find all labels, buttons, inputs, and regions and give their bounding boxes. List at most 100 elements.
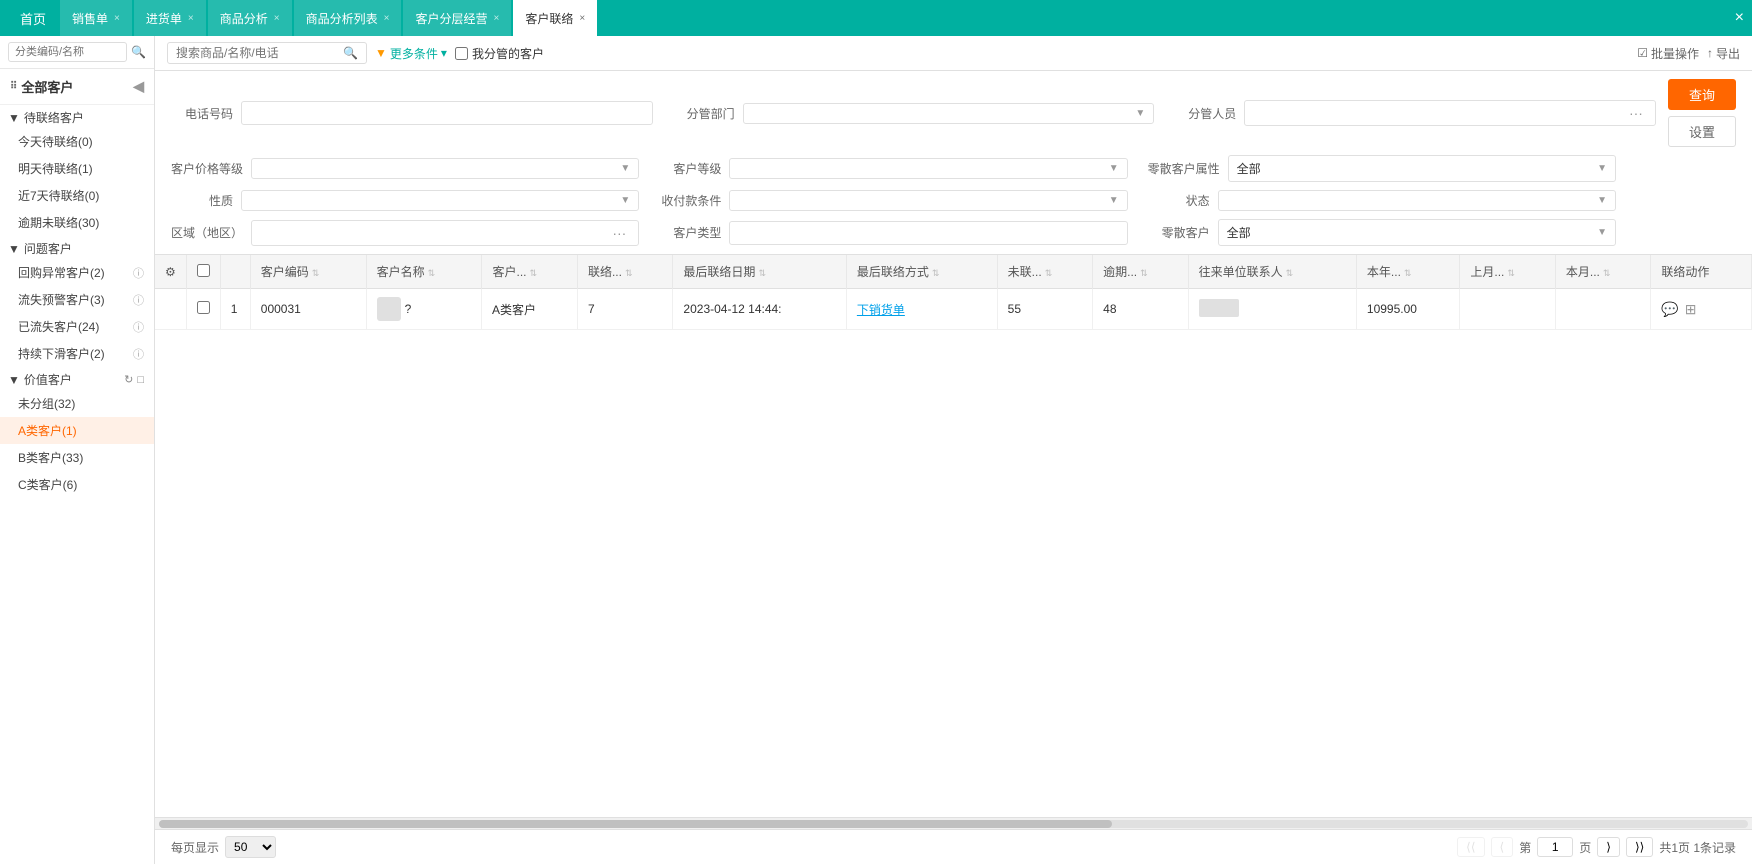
lastmonth-sort-icon: ⇅ <box>1507 268 1515 278</box>
sidebar-item-class-b[interactable]: B类客户(33) <box>0 444 154 471</box>
nav-tab-analysis-list[interactable]: 商品分析列表 × <box>294 0 402 36</box>
nav-home[interactable]: 首页 <box>8 0 58 36</box>
my-customer-check[interactable]: 我分管的客户 <box>455 45 544 62</box>
row-actions: 💬 ⊞ <box>1651 289 1752 330</box>
table-header-no-contact[interactable]: 未联...⇅ <box>997 255 1092 289</box>
sidebar-item-today-contact[interactable]: 今天待联络(0) <box>0 128 154 155</box>
nav-tab-analysis[interactable]: 商品分析 × <box>208 0 292 36</box>
region-dots-icon[interactable]: ··· <box>608 225 630 241</box>
more-filter-btn[interactable]: ▼ 更多条件 ▾ <box>375 45 447 62</box>
select-all-checkbox[interactable] <box>197 264 210 277</box>
nav-tab-purchase[interactable]: 进货单 × <box>134 0 206 36</box>
export-btn[interactable]: ↑ 导出 <box>1707 45 1740 62</box>
person-dots-icon[interactable]: ··· <box>1625 105 1647 121</box>
table-header-unit-contact[interactable]: 往来单位联系人⇅ <box>1188 255 1356 289</box>
export-icon: ↑ <box>1707 46 1713 60</box>
sidebar-item-unclassified[interactable]: 未分组(32) <box>0 390 154 417</box>
filter-price-select[interactable]: ▼ <box>251 158 639 179</box>
filter-nature-select[interactable]: ▼ <box>241 190 639 211</box>
last-method-link[interactable]: 下销货单 <box>857 303 905 317</box>
page-size-select[interactable]: 50 100 200 <box>225 836 276 858</box>
prev-page-btn[interactable]: ⟨ <box>1491 837 1514 857</box>
close-analysis-list-tab[interactable]: × <box>384 13 390 24</box>
close-analysis-tab[interactable]: × <box>274 13 280 24</box>
filter-dept-select[interactable]: ▼ <box>743 103 1155 124</box>
filter-person-input[interactable] <box>1253 106 1625 120</box>
table-header-contact-count[interactable]: 联络...⇅ <box>577 255 672 289</box>
close-segment-tab[interactable]: × <box>493 13 499 24</box>
add-group-icon[interactable]: □ <box>137 374 144 386</box>
sidebar-search-icon[interactable]: 🔍 <box>131 45 146 59</box>
sidebar-item-7day-contact[interactable]: 近7天待联络(0) <box>0 182 154 209</box>
table-header-this-year[interactable]: 本年...⇅ <box>1356 255 1459 289</box>
chevron-icon: ▾ <box>441 46 447 60</box>
filter-level-select[interactable]: ▼ <box>729 158 1127 179</box>
sidebar-item-churned[interactable]: 已流失客户(24) ⓘ <box>0 313 154 340</box>
table-header-overdue[interactable]: 逾期...⇅ <box>1093 255 1188 289</box>
sidebar-item-class-a[interactable]: A类客户(1) <box>0 417 154 444</box>
query-btn[interactable]: 查询 <box>1668 79 1736 110</box>
table-header-type[interactable]: 客户...⇅ <box>482 255 577 289</box>
filter-person: 分管人员 ··· <box>1174 100 1656 126</box>
batch-op-btn[interactable]: ☑ 批量操作 <box>1637 45 1699 62</box>
horizontal-scrollbar[interactable] <box>155 817 1752 829</box>
row-type: A类客户 <box>482 289 577 330</box>
filter-region-input[interactable] <box>260 226 608 240</box>
refresh-icon[interactable]: ↻ <box>124 373 133 386</box>
table-header-code[interactable]: 客户编码⇅ <box>250 255 366 289</box>
row-checkbox[interactable] <box>186 289 220 330</box>
filter-payment-select[interactable]: ▼ <box>729 190 1127 211</box>
sidebar-search-input[interactable] <box>8 42 127 62</box>
sidebar-item-tomorrow-contact[interactable]: 明天待联络(1) <box>0 155 154 182</box>
sidebar-item-repurchase-abnormal[interactable]: 回购异常客户(2) ⓘ <box>0 259 154 286</box>
grid-action-icon[interactable]: ⊞ <box>1685 301 1697 318</box>
page-number-input[interactable] <box>1537 837 1573 857</box>
section-value-title[interactable]: ▼ 价值客户 <box>8 371 72 388</box>
table-header-name[interactable]: 客户名称⇅ <box>366 255 482 289</box>
table-header-last-method[interactable]: 最后联络方式⇅ <box>846 255 997 289</box>
sidebar-item-churn-warning[interactable]: 流失预警客户(3) ⓘ <box>0 286 154 313</box>
sidebar-collapse-btn[interactable]: ◀ <box>133 78 144 95</box>
page-size-area: 每页显示 50 100 200 <box>171 836 276 858</box>
filter-scatter-select[interactable]: 全部 ▼ <box>1228 155 1616 182</box>
table-header-this-month[interactable]: 本月...⇅ <box>1555 255 1650 289</box>
table-header-settings[interactable]: ⚙ <box>155 255 186 289</box>
filter-phone-input[interactable] <box>241 101 653 125</box>
sidebar-item-overdue-contact[interactable]: 逾期未联络(30) <box>0 209 154 236</box>
sidebar-item-class-c[interactable]: C类客户(6) <box>0 471 154 498</box>
table-header-checkbox[interactable] <box>186 255 220 289</box>
next-page-btn[interactable]: ⟩ <box>1597 837 1620 857</box>
nav-tab-customer-segment[interactable]: 客户分层经营 × <box>403 0 511 36</box>
table-header-last-month[interactable]: 上月...⇅ <box>1460 255 1555 289</box>
settings-btn[interactable]: 设置 <box>1668 116 1736 147</box>
row-select-checkbox[interactable] <box>197 301 210 314</box>
section-pending-title[interactable]: ▼ 待联络客户 <box>8 109 84 126</box>
scrollbar-track[interactable] <box>159 820 1748 828</box>
row-overdue: 48 <box>1093 289 1188 330</box>
scrollbar-thumb[interactable] <box>159 820 1112 828</box>
batch-icon: ☑ <box>1637 46 1648 60</box>
close-all-tabs[interactable]: × <box>1735 9 1744 27</box>
sidebar-all-header[interactable]: ⠿ 全部客户 ◀ <box>0 69 154 105</box>
first-page-btn[interactable]: ⟨⟨ <box>1457 837 1484 857</box>
nav-tab-customer-contact[interactable]: 客户联络 × <box>513 0 597 36</box>
filter-type-input[interactable] <box>729 221 1127 245</box>
my-customer-checkbox[interactable] <box>455 47 468 60</box>
row-last-month <box>1460 289 1555 330</box>
sidebar-item-declining[interactable]: 持续下滑客户(2) ⓘ <box>0 340 154 367</box>
last-page-btn[interactable]: ⟩⟩ <box>1626 837 1653 857</box>
close-purchase-tab[interactable]: × <box>188 13 194 24</box>
close-contact-tab[interactable]: × <box>579 13 585 24</box>
close-sales-tab[interactable]: × <box>114 13 120 24</box>
search-icon[interactable]: 🔍 <box>343 46 358 60</box>
filter-status-select[interactable]: ▼ <box>1218 190 1616 211</box>
search-input[interactable] <box>176 46 343 60</box>
chat-action-icon[interactable]: 💬 <box>1661 301 1678 318</box>
row-last-method[interactable]: 下销货单 <box>846 289 997 330</box>
nav-tab-sales[interactable]: 销售单 × <box>60 0 132 36</box>
filter-payment: 收付款条件 ▼ <box>659 190 1127 211</box>
table-header-last-date[interactable]: 最后联络日期⇅ <box>673 255 846 289</box>
search-box[interactable]: 🔍 <box>167 42 367 64</box>
filter-scatter-customer-select[interactable]: 全部 ▼ <box>1218 219 1616 246</box>
section-problem-title[interactable]: ▼ 问题客户 <box>8 240 72 257</box>
